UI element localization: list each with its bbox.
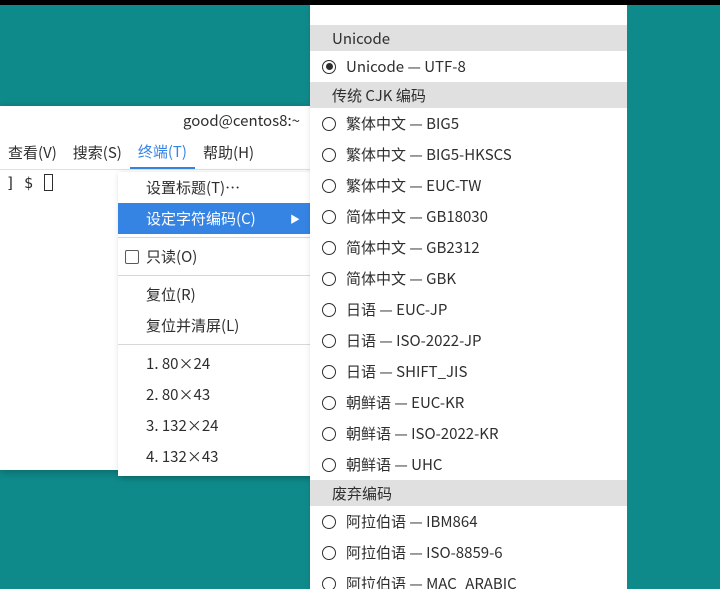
encoding-option[interactable]: 简体中文 — GB18030 xyxy=(310,201,628,232)
radio-icon xyxy=(322,60,336,74)
encoding-option[interactable]: 简体中文 — GB2312 xyxy=(310,232,628,263)
menu-size-80x24[interactable]: 1. 80×24 xyxy=(118,348,310,379)
encoding-option[interactable]: 日语 — EUC-JP xyxy=(310,294,628,325)
menu-readonly[interactable]: 只读(O) xyxy=(118,241,310,272)
separator xyxy=(118,237,310,238)
encoding-option[interactable]: 阿拉伯语 — ISO-8859-6 xyxy=(310,537,628,568)
menubar: 查看(V) 搜索(S) 终端(T) 帮助(H) xyxy=(0,136,310,170)
radio-icon xyxy=(322,396,336,410)
menubar-item-search[interactable]: 搜索(S) xyxy=(65,136,130,169)
titlebar[interactable]: good@centos8:~ xyxy=(0,106,310,136)
encoding-option[interactable]: 简体中文 — GBK xyxy=(310,263,628,294)
prompt: ] $ xyxy=(6,174,42,192)
encoding-option[interactable]: 繁体中文 — BIG5 xyxy=(310,108,628,139)
menubar-item-view[interactable]: 查看(V) xyxy=(0,136,65,169)
encoding-group-header: 废弃编码 xyxy=(310,480,628,506)
separator xyxy=(118,344,310,345)
encoding-option[interactable]: 日语 — ISO-2022-JP xyxy=(310,325,628,356)
menu-size-132x43[interactable]: 4. 132×43 xyxy=(118,441,310,472)
menu-reset-clear[interactable]: 复位并清屏(L) xyxy=(118,310,310,341)
encoding-option[interactable]: 阿拉伯语 — MAC_ARABIC xyxy=(310,568,628,589)
encoding-option[interactable]: 日语 — SHIFT_JIS xyxy=(310,356,628,387)
radio-icon xyxy=(322,303,336,317)
menu-reset[interactable]: 复位(R) xyxy=(118,279,310,310)
encoding-group-header: Unicode xyxy=(310,25,628,51)
radio-icon xyxy=(322,148,336,162)
radio-icon xyxy=(322,179,336,193)
menu-size-132x24[interactable]: 3. 132×24 xyxy=(118,410,310,441)
separator xyxy=(118,275,310,276)
radio-icon xyxy=(322,515,336,529)
radio-icon xyxy=(322,577,336,589)
encoding-option[interactable]: 阿拉伯语 — IBM864 xyxy=(310,506,628,537)
menu-size-80x43[interactable]: 2. 80×43 xyxy=(118,379,310,410)
radio-icon xyxy=(322,241,336,255)
encoding-submenu: Unicode Unicode — UTF-8 传统 CJK 编码 繁体中文 —… xyxy=(310,5,628,589)
encoding-option[interactable]: 朝鲜语 — ISO-2022-KR xyxy=(310,418,628,449)
radio-icon xyxy=(322,117,336,131)
encoding-group-header: 传统 CJK 编码 xyxy=(310,82,628,108)
encoding-option[interactable]: 繁体中文 — BIG5-HKSCS xyxy=(310,139,628,170)
radio-icon xyxy=(322,427,336,441)
menubar-item-help[interactable]: 帮助(H) xyxy=(195,136,262,169)
encoding-option-utf8[interactable]: Unicode — UTF-8 xyxy=(310,51,628,82)
menu-set-encoding[interactable]: 设定字符编码(C) ▶ xyxy=(118,203,310,234)
terminal-menu-dropdown: 设置标题(T)… 设定字符编码(C) ▶ 只读(O) 复位(R) 复位并清屏(L… xyxy=(118,172,310,476)
radio-icon xyxy=(322,334,336,348)
encoding-option[interactable]: 朝鲜语 — EUC-KR xyxy=(310,387,628,418)
cursor xyxy=(44,174,53,191)
encoding-option[interactable]: 朝鲜语 — UHC xyxy=(310,449,628,480)
radio-icon xyxy=(322,210,336,224)
checkbox-icon xyxy=(125,250,139,264)
radio-icon xyxy=(322,365,336,379)
chevron-right-icon: ▶ xyxy=(290,211,300,226)
radio-icon xyxy=(322,546,336,560)
window-title: good@centos8:~ xyxy=(183,110,300,131)
radio-icon xyxy=(322,272,336,286)
encoding-option[interactable]: 繁体中文 — EUC-TW xyxy=(310,170,628,201)
menubar-item-terminal[interactable]: 终端(T) xyxy=(130,136,195,169)
desktop-right xyxy=(627,5,720,589)
radio-icon xyxy=(322,458,336,472)
menu-set-title[interactable]: 设置标题(T)… xyxy=(118,172,310,203)
